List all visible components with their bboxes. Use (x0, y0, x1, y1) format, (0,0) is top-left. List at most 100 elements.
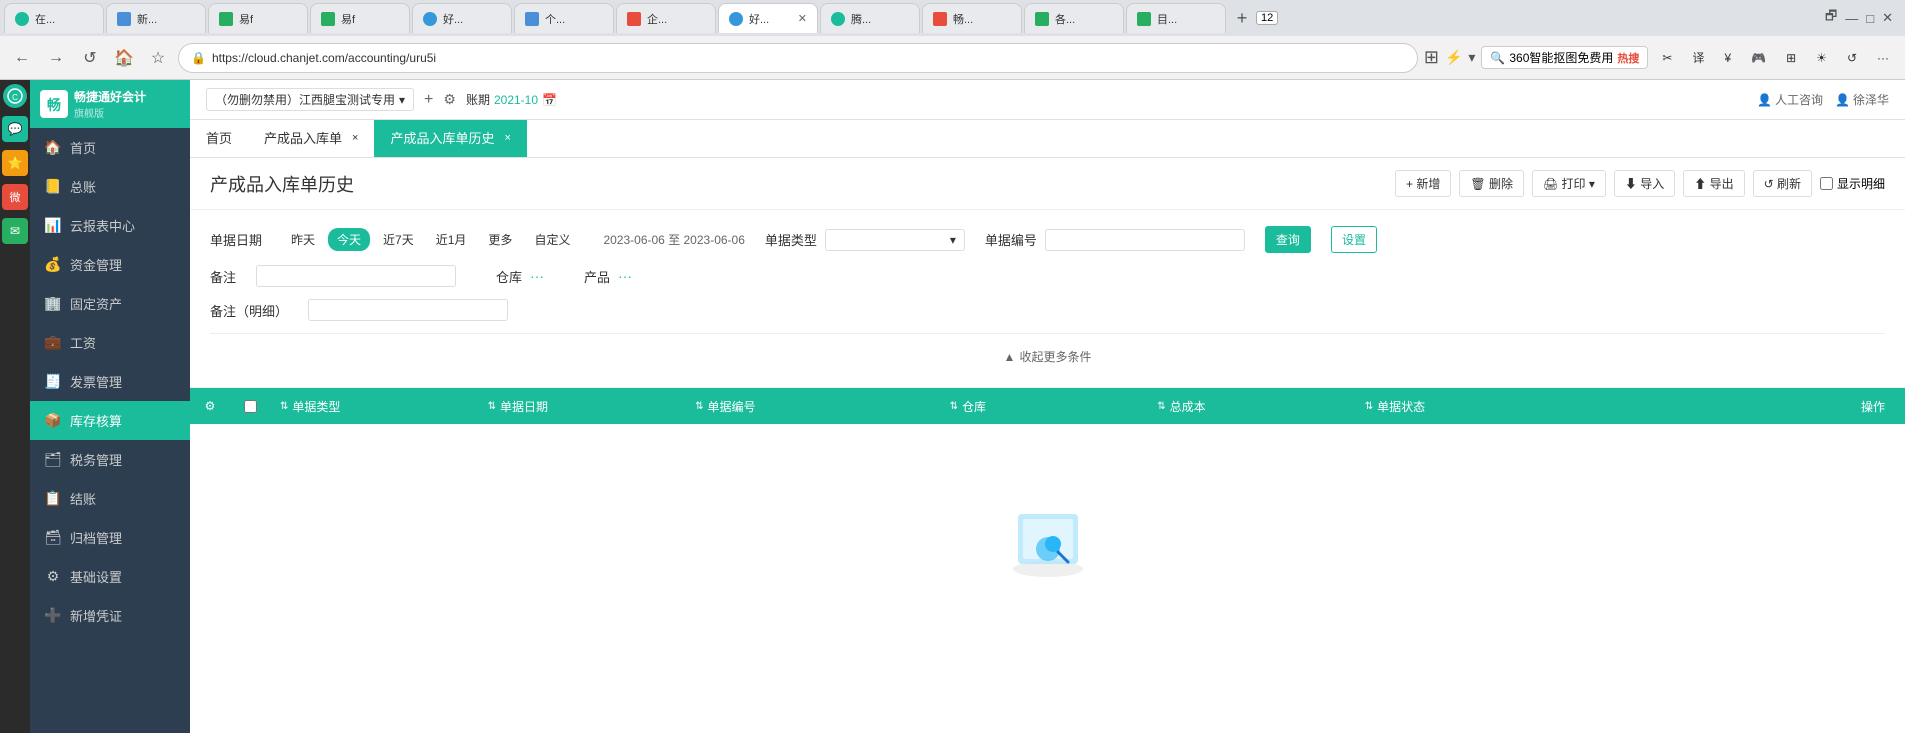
browser-tab-4[interactable]: 易f (310, 3, 410, 33)
remark-detail-input[interactable] (308, 299, 508, 321)
game-btn[interactable]: 🎮 (1743, 48, 1774, 68)
th-total-cost[interactable]: ⇅ 总成本 (1147, 398, 1355, 415)
remark-input[interactable] (256, 265, 456, 287)
date-btn-more[interactable]: 更多 (479, 228, 521, 251)
add-account-button[interactable]: + (424, 91, 433, 109)
star-icon[interactable]: ⭐ (2, 150, 28, 176)
refresh-data-button[interactable]: ↺ 刷新 (1753, 170, 1812, 197)
date-btn-yesterday[interactable]: 昨天 (282, 228, 324, 251)
sidebar-item-fixed[interactable]: 🏢 固定资产 (30, 284, 190, 323)
sidebar-item-closing[interactable]: 📋 结账 (30, 479, 190, 518)
brightness-btn[interactable]: ☀ (1808, 48, 1835, 68)
address-bar[interactable]: 🔒 https://cloud.chanjet.com/accounting/u… (178, 43, 1418, 73)
sidebar-item-archive[interactable]: 🗃 归档管理 (30, 518, 190, 557)
weibo-icon[interactable]: 微 (2, 184, 28, 210)
delete-button[interactable]: 🗑 删除 (1459, 170, 1524, 197)
th-voucher-date[interactable]: ⇅ 单据日期 (478, 398, 686, 415)
browser-tab-5[interactable]: 好... (412, 3, 512, 33)
th-settings[interactable]: ⚙ (190, 399, 230, 413)
new-tab-button[interactable]: + (1228, 4, 1256, 32)
settings-query-button[interactable]: 设置 (1331, 226, 1377, 253)
sidebar-item-tax[interactable]: 🗂 税务管理 (30, 440, 190, 479)
th-check[interactable] (230, 400, 270, 413)
extensions-button[interactable]: ⊞ (1424, 47, 1439, 68)
voucher-no-input[interactable] (1045, 229, 1245, 251)
chat-icon[interactable]: 💬 (2, 116, 28, 142)
scissors-btn[interactable]: ✂ (1654, 48, 1680, 68)
date-btn-today[interactable]: 今天 (328, 228, 370, 251)
sidebar-item-label-newvoucher: 新增凭证 (70, 606, 122, 625)
forward-button[interactable]: → (42, 44, 70, 72)
minimize-button[interactable]: — (1845, 11, 1858, 26)
show-detail-checkbox-label[interactable]: 显示明细 (1820, 175, 1885, 192)
tab-inventory-entry[interactable]: 产成品入库单 × (248, 120, 374, 157)
import-button[interactable]: ⬇ 导入 (1614, 170, 1675, 197)
restore-button[interactable]: 🗗 (1825, 7, 1837, 29)
user-profile[interactable]: 👤 徐泽华 (1835, 91, 1889, 108)
query-button[interactable]: 查询 (1265, 226, 1311, 253)
date-btn-1month[interactable]: 近1月 (427, 228, 476, 251)
browser-tab-6[interactable]: 个... (514, 3, 614, 33)
tab-close-8[interactable]: ✕ (798, 12, 807, 25)
select-all-checkbox[interactable] (244, 400, 257, 413)
print-button[interactable]: 🖨 打印 ▾ (1532, 170, 1606, 197)
home-button[interactable]: 🏠 (110, 44, 138, 72)
more-button[interactable]: ▾ (1468, 49, 1475, 66)
sidebar-item-ledger[interactable]: 📒 总账 (30, 167, 190, 206)
company-selector[interactable]: （勿删勿禁用）江西腿宝测试专用 ▾ (206, 88, 414, 111)
sidebar-item-report[interactable]: 📊 云报表中心 (30, 206, 190, 245)
tab-inventory-history[interactable]: 产成品入库单历史 × (374, 120, 526, 157)
th-status[interactable]: ⇅ 单据状态 (1355, 398, 1563, 415)
undo-btn[interactable]: ↺ (1839, 48, 1865, 68)
account-settings-button[interactable]: ⚙ (443, 91, 456, 108)
sidebar-logo[interactable]: 畅 畅捷通好会计 旗舰版 (30, 80, 190, 128)
warehouse-label: 仓库 (496, 267, 522, 286)
browser-tab-7[interactable]: 企... (616, 3, 716, 33)
back-button[interactable]: ← (8, 44, 36, 72)
sidebar-item-home[interactable]: 🏠 首页 (30, 128, 190, 167)
refresh-button[interactable]: ↺ (76, 44, 104, 72)
voucher-type-select[interactable]: ▾ (825, 229, 965, 251)
sidebar-item-settings[interactable]: ⚙ 基础设置 (30, 557, 190, 596)
app-logo-icon[interactable]: C (3, 84, 27, 108)
collapse-filter-button[interactable]: ▲ 收起更多条件 (998, 342, 1098, 371)
th-voucher-type[interactable]: ⇅ 单据类型 (270, 398, 478, 415)
browser-tab-2[interactable]: 新... (106, 3, 206, 33)
sidebar-item-funds[interactable]: 💰 资金管理 (30, 245, 190, 284)
mail-icon[interactable]: ✉ (2, 218, 28, 244)
sidebar-item-newvoucher[interactable]: ➕ 新增凭证 (30, 596, 190, 635)
help-button[interactable]: 👤 人工咨询 (1757, 91, 1823, 108)
browser-search-bar[interactable]: 🔍 360智能抠图免费用 热搜 (1481, 46, 1648, 69)
more-actions-btn[interactable]: ··· (1869, 48, 1897, 68)
grid-btn[interactable]: ⊞ (1778, 48, 1804, 68)
tab-close-inventory-entry[interactable]: × (352, 132, 358, 144)
browser-tab-11[interactable]: 各... (1024, 3, 1124, 33)
browser-menu-button[interactable]: ⚡ (1445, 49, 1462, 66)
warehouse-select-btn[interactable]: ··· (530, 268, 544, 284)
browser-tab-1[interactable]: 在... (4, 3, 104, 33)
translate-btn[interactable]: 译 (1684, 46, 1712, 69)
browser-tab-3[interactable]: 易f (208, 3, 308, 33)
show-detail-checkbox[interactable] (1820, 177, 1833, 190)
close-window-button[interactable]: ✕ (1882, 10, 1893, 26)
browser-tab-9[interactable]: 腾... (820, 3, 920, 33)
add-button[interactable]: + 新增 (1395, 170, 1451, 197)
export-button[interactable]: ⬆ 导出 (1683, 170, 1744, 197)
sidebar-item-payroll[interactable]: 💼 工资 (30, 323, 190, 362)
maximize-button[interactable]: □ (1866, 11, 1874, 26)
browser-tab-12[interactable]: 目... (1126, 3, 1226, 33)
sidebar-item-inventory[interactable]: 📦 库存核算 (30, 401, 190, 440)
date-btn-custom[interactable]: 自定义 (525, 228, 579, 251)
browser-tab-8[interactable]: 好... ✕ (718, 3, 818, 33)
tab-home[interactable]: 首页 (190, 120, 248, 157)
calendar-icon[interactable]: 📅 (542, 93, 557, 107)
date-btn-7days[interactable]: 近7天 (374, 228, 423, 251)
currency-btn[interactable]: ¥ (1716, 48, 1739, 68)
sidebar-item-invoice[interactable]: 🧾 发票管理 (30, 362, 190, 401)
tab-close-inventory-history[interactable]: × (504, 132, 510, 144)
th-warehouse[interactable]: ⇅ 仓库 (940, 398, 1148, 415)
bookmark-button[interactable]: ☆ (144, 44, 172, 72)
th-voucher-no[interactable]: ⇅ 单据编号 (685, 398, 939, 415)
product-select-btn[interactable]: ··· (618, 268, 632, 284)
browser-tab-10[interactable]: 畅... (922, 3, 1022, 33)
